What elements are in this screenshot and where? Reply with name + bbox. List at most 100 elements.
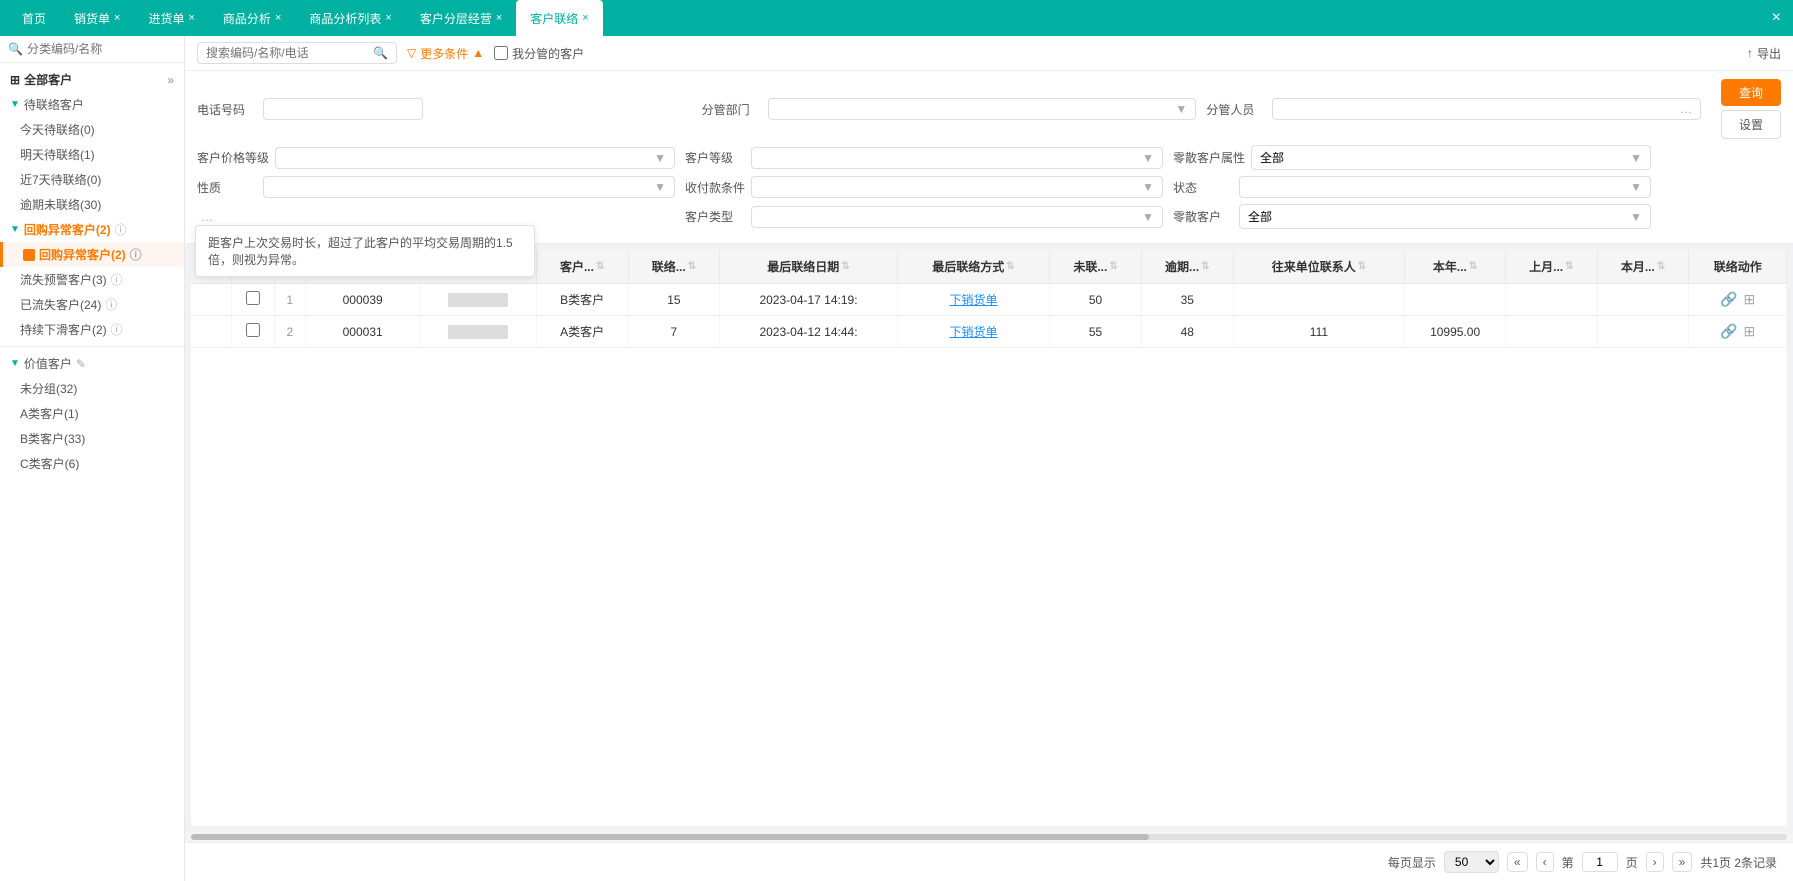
sidebar-item-7day-pending[interactable]: 近7天待联络(0) <box>0 167 184 192</box>
sidebar-item-overdue-contact[interactable]: 逾期未联络(30) <box>0 192 184 217</box>
row1-check[interactable] <box>246 291 260 305</box>
row2-last-method[interactable]: 下销货单 <box>897 316 1049 348</box>
th-last-date[interactable]: 最后联络日期 ⇅ <box>720 250 898 284</box>
close-product-analysis-list-icon[interactable]: × <box>385 12 391 24</box>
sort-unread-icon: ⇅ <box>1109 261 1117 272</box>
row1-name-blurred <box>448 293 508 307</box>
nav-customer-contact[interactable]: 客户联络 × <box>516 0 602 36</box>
search-icon-filter[interactable]: 🔍 <box>373 46 388 60</box>
filter-customer-type: 客户类型 ▼ <box>685 206 1163 228</box>
row2-overdue: 48 <box>1141 316 1233 348</box>
customer-tier-select[interactable]: ▼ <box>751 147 1163 169</box>
filter-row-1: 电话号码 分管部门 ▼ 分管人员 … <box>197 79 1781 139</box>
sidebar-item-declining[interactable]: 持续下滑客户(2) ⓘ <box>0 317 184 342</box>
export-button[interactable]: ↑ 导出 <box>1747 45 1781 62</box>
customer-type-select[interactable]: ▼ <box>751 206 1163 228</box>
first-page-btn[interactable]: « <box>1507 852 1528 872</box>
close-product-analysis-icon[interactable]: × <box>275 12 281 24</box>
close-sales-order-icon[interactable]: × <box>114 12 120 24</box>
all-customers-label[interactable]: ⊞ 全部客户 » <box>0 63 184 92</box>
nav-product-analysis[interactable]: 商品分析 × <box>209 0 295 36</box>
sidebar-search-input[interactable] <box>27 42 182 56</box>
th-last-method[interactable]: 最后联络方式 ⇅ <box>897 250 1049 284</box>
th-last-month[interactable]: 上月... ⇅ <box>1505 250 1597 284</box>
row2-grid-icon[interactable]: ⊞ <box>1744 323 1756 340</box>
sidebar-item-repurchase-anomaly[interactable]: 回购异常客户(2) ⓘ <box>0 242 184 267</box>
th-overdue[interactable]: 逾期... ⇅ <box>1141 250 1233 284</box>
next-page-btn[interactable]: › <box>1646 852 1664 872</box>
nav-customer-tier[interactable]: 客户分层经营 × <box>406 0 516 36</box>
th-contact[interactable]: 联络... ⇅ <box>628 250 720 284</box>
setting-button[interactable]: 设置 <box>1721 110 1781 139</box>
search-input[interactable] <box>206 46 373 60</box>
payment-select[interactable]: ▼ <box>751 176 1163 198</box>
scroll-thumb[interactable] <box>191 834 1149 840</box>
last-page-btn[interactable]: » <box>1672 852 1693 872</box>
horizontal-scrollbar[interactable] <box>185 832 1793 842</box>
edit-icon[interactable]: ✎ <box>76 357 86 371</box>
phone-input[interactable] <box>263 98 423 120</box>
nature-select[interactable]: ▼ <box>263 176 675 198</box>
th-this-month[interactable]: 本月... ⇅ <box>1597 250 1689 284</box>
th-unread[interactable]: 未联... ⇅ <box>1050 250 1142 284</box>
sidebar-item-churn-warning[interactable]: 流失预警客户(3) ⓘ <box>0 267 184 292</box>
retail-attr-arrow: ▼ <box>1630 151 1642 165</box>
table-area: ⚙ # 客户编码 ⇅ <box>191 250 1787 826</box>
retail-attr-select[interactable]: 全部 ▼ <box>1251 145 1651 170</box>
close-customer-tier-icon[interactable]: × <box>496 12 502 24</box>
close-customer-contact-icon[interactable]: × <box>582 12 588 24</box>
close-all-tabs-icon[interactable]: × <box>1772 9 1781 27</box>
sidebar-item-churned[interactable]: 已流失客户(24) ⓘ <box>0 292 184 317</box>
status-select[interactable]: ▼ <box>1239 176 1651 198</box>
collapse-icon[interactable]: » <box>167 73 174 87</box>
manager-select[interactable]: … <box>1272 98 1701 120</box>
sidebar-item-class-a[interactable]: A类客户(1) <box>0 401 184 426</box>
page-input[interactable] <box>1582 852 1618 872</box>
row1-last-method[interactable]: 下销货单 <box>897 284 1049 316</box>
nav-product-analysis-list[interactable]: 商品分析列表 × <box>295 0 405 36</box>
expand-icon-3: ▼ <box>10 358 20 369</box>
group-pending-contact[interactable]: ▼ 待联络客户 <box>0 92 184 117</box>
my-customers-check[interactable] <box>494 46 508 60</box>
nav-home[interactable]: 首页 <box>8 0 60 36</box>
table-row: 1 000039 B类客户 15 2023-04-17 14:19: 下销货单 … <box>191 284 1787 316</box>
row1-grid-icon[interactable]: ⊞ <box>1744 291 1756 308</box>
ellipsis-button[interactable]: … <box>197 210 217 224</box>
sidebar-item-ungrouped[interactable]: 未分组(32) <box>0 376 184 401</box>
close-purchase-order-icon[interactable]: × <box>188 12 194 24</box>
retail-customer-select[interactable]: 全部 ▼ <box>1239 204 1651 229</box>
group-repurchase-anomaly[interactable]: ▼ 回购异常客户(2) ⓘ <box>0 217 184 242</box>
info-icon-churn: ⓘ <box>111 271 123 288</box>
nav-purchase-order[interactable]: 进货单 × <box>134 0 208 36</box>
row2-checkbox <box>231 316 274 348</box>
price-tier-select[interactable]: ▼ <box>275 147 675 169</box>
th-contact-person[interactable]: 往来单位联系人 ⇅ <box>1233 250 1405 284</box>
scroll-track[interactable] <box>191 834 1787 840</box>
row1-link-icon[interactable]: 🔗 <box>1720 291 1737 308</box>
retail-attr-label: 零散客户属性 <box>1173 149 1245 166</box>
th-type[interactable]: 客户... ⇅ <box>536 250 628 284</box>
group-value-customers[interactable]: ▼ 价值客户 ✎ <box>0 351 184 376</box>
expand-icon-2: ▼ <box>10 224 20 235</box>
row2-link-icon[interactable]: 🔗 <box>1720 323 1737 340</box>
info-icon-declining: ⓘ <box>111 321 123 338</box>
nav-sales-order[interactable]: 销货单 × <box>60 0 134 36</box>
dept-select[interactable]: ▼ <box>768 98 1197 120</box>
prev-page-btn[interactable]: ‹ <box>1536 852 1554 872</box>
more-conditions-btn[interactable]: ▽ 更多条件 ▲ <box>407 45 484 62</box>
row1-type: B类客户 <box>536 284 628 316</box>
row1-code: 000039 <box>306 284 420 316</box>
row2-check[interactable] <box>246 323 260 337</box>
sidebar-item-class-c[interactable]: C类客户(6) <box>0 451 184 476</box>
th-this-year[interactable]: 本年... ⇅ <box>1405 250 1506 284</box>
my-customers-checkbox[interactable]: 我分管的客户 <box>494 45 584 62</box>
sidebar-item-tomorrow-pending[interactable]: 明天待联络(1) <box>0 142 184 167</box>
sidebar-item-today-pending[interactable]: 今天待联络(0) <box>0 117 184 142</box>
sidebar-item-class-b[interactable]: B类客户(33) <box>0 426 184 451</box>
query-button[interactable]: 查询 <box>1721 79 1781 106</box>
row1-settings <box>191 284 231 316</box>
anomaly-tooltip: 距客户上次交易时长，超过了此客户的平均交易周期的1.5倍，则视为异常。 <box>195 225 535 277</box>
per-page-select[interactable]: 50 20 100 <box>1444 851 1499 873</box>
row1-this-month <box>1597 284 1689 316</box>
filter-bar: 🔍 ▽ 更多条件 ▲ 我分管的客户 ↑ 导出 <box>185 36 1793 71</box>
